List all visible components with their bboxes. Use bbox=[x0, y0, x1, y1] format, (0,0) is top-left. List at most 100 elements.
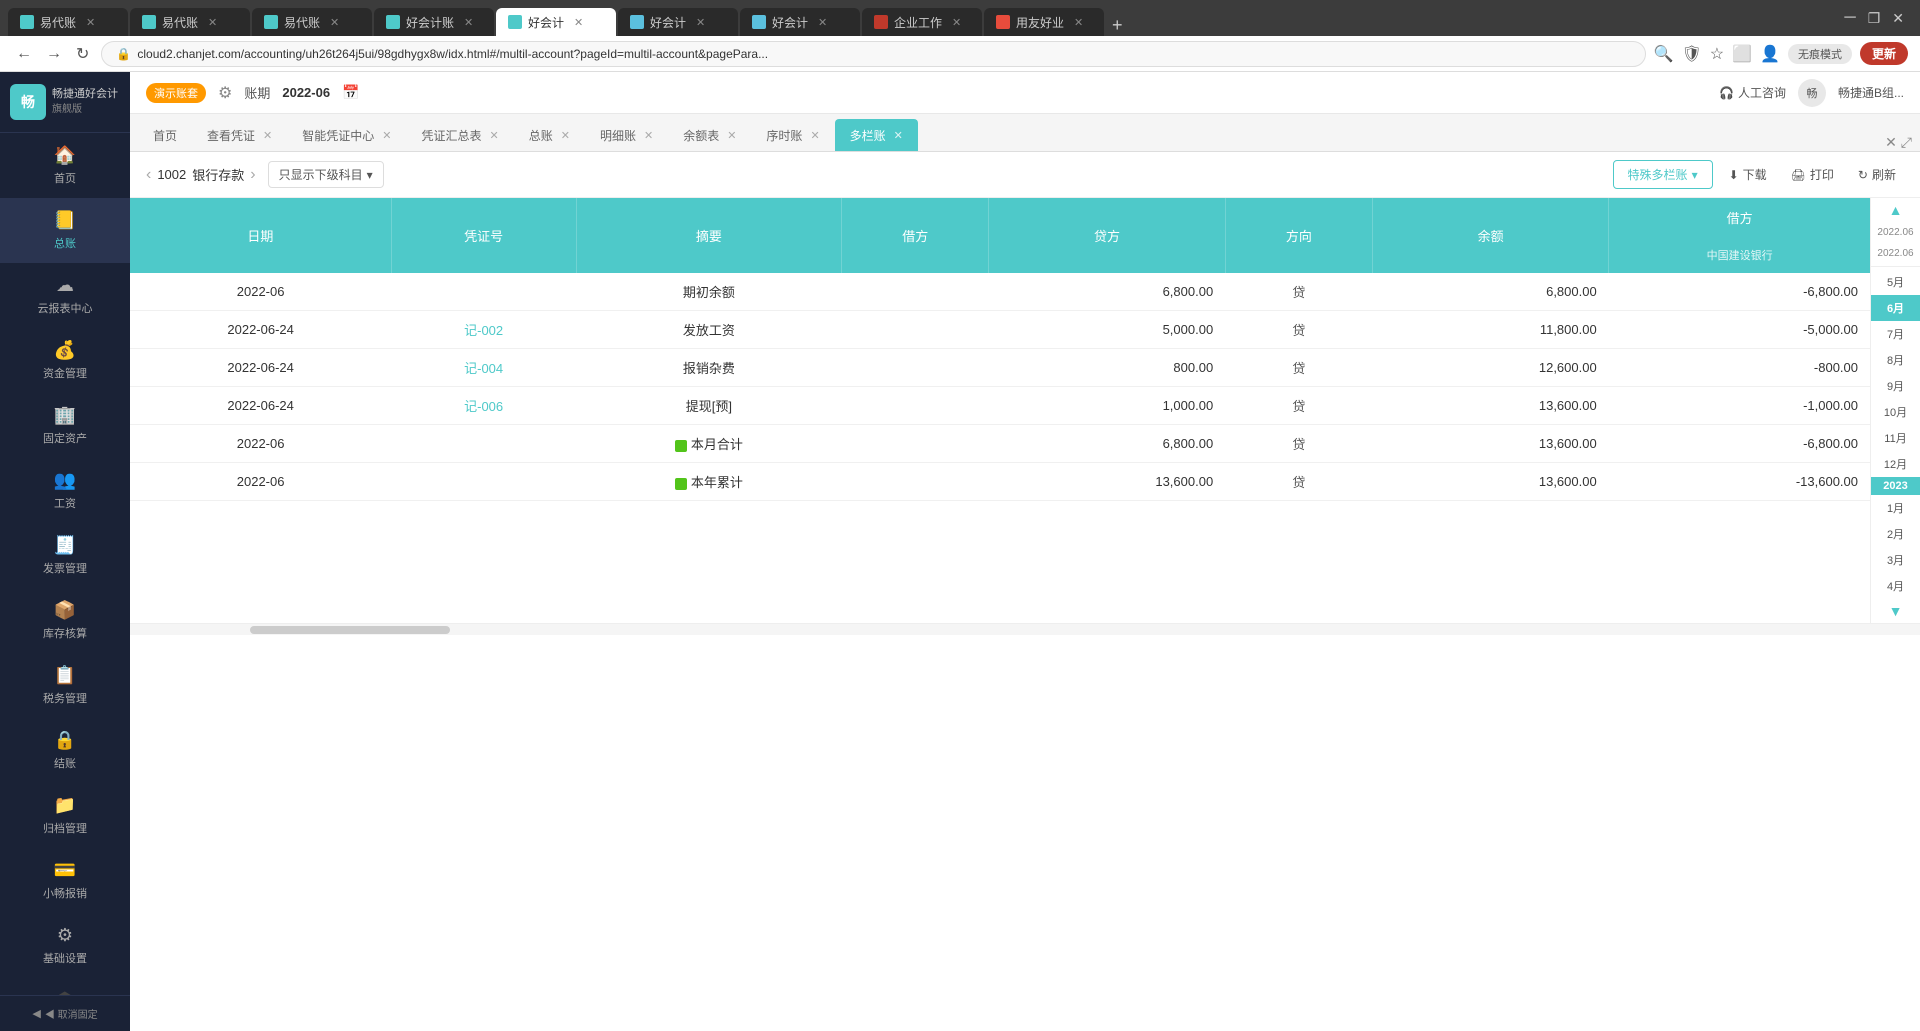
browser-tab-7[interactable]: 好会计 ✕ bbox=[740, 8, 860, 36]
extensions-icon[interactable]: ⬜ bbox=[1732, 44, 1752, 64]
profile-icon[interactable]: 👤 bbox=[1760, 44, 1780, 64]
sidebar-item-payroll[interactable]: 👥 工资 bbox=[0, 458, 130, 523]
search-icon[interactable]: 🔍 bbox=[1654, 44, 1674, 64]
sidebar-item-archive[interactable]: 📁 归档管理 bbox=[0, 783, 130, 848]
refresh-button-toolbar[interactable]: ↻ 刷新 bbox=[1850, 161, 1904, 188]
minimize-button[interactable]: ─ bbox=[1844, 9, 1855, 27]
next-account-button[interactable]: › bbox=[250, 166, 255, 184]
sidebar-item-fixed-assets[interactable]: 🏢 固定资产 bbox=[0, 393, 130, 458]
prev-account-button[interactable]: ‹ bbox=[146, 166, 151, 184]
star-icon[interactable]: ☆ bbox=[1710, 44, 1724, 64]
cell-voucher-link[interactable]: 记-002 bbox=[391, 311, 576, 349]
date-item-feb[interactable]: 2月 bbox=[1871, 521, 1920, 547]
date-item-aug[interactable]: 8月 bbox=[1871, 347, 1920, 373]
date-item-nov[interactable]: 11月 bbox=[1871, 425, 1920, 451]
sidebar-item-tax[interactable]: 📋 税务管理 bbox=[0, 653, 130, 718]
browser-tab-5[interactable]: 好会计 ✕ bbox=[496, 8, 616, 36]
scroll-thumb[interactable] bbox=[250, 626, 450, 634]
cell-voucher-link[interactable]: 记-006 bbox=[391, 387, 576, 425]
forward-button[interactable]: → bbox=[42, 43, 66, 65]
filter-dropdown[interactable]: 只显示下级科目 ▾ bbox=[268, 161, 384, 188]
tab-close-2[interactable]: ✕ bbox=[208, 16, 217, 29]
special-multi-column-button[interactable]: 特殊多栏账 ▾ bbox=[1613, 160, 1713, 189]
sidebar-item-home[interactable]: 🏠 首页 bbox=[0, 133, 130, 198]
browser-tab-6[interactable]: 好会计 ✕ bbox=[618, 8, 738, 36]
browser-chrome: 易代账 ✕ 易代账 ✕ 易代账 ✕ 好会计账 ✕ 好会计 ✕ 好会计 ✕ bbox=[0, 0, 1920, 36]
sidebar-item-invoice[interactable]: 🧾 发票管理 bbox=[0, 523, 130, 588]
date-scroll-down-button[interactable]: ▼ bbox=[1885, 599, 1907, 623]
close-button[interactable]: ✕ bbox=[1892, 10, 1904, 27]
shield-icon[interactable]: 🛡 bbox=[1681, 44, 1701, 64]
tab-home[interactable]: 首页 bbox=[138, 119, 192, 151]
date-item-jan[interactable]: 1月 bbox=[1871, 495, 1920, 521]
back-button[interactable]: ← bbox=[12, 43, 36, 65]
tab-close-1[interactable]: ✕ bbox=[86, 16, 95, 29]
date-panel: ▲ 2022.06 2022.06 5月 6月 7月 8月 9月 10月 11月… bbox=[1870, 198, 1920, 623]
date-item-mar[interactable]: 3月 bbox=[1871, 547, 1920, 573]
tab-close-voucher[interactable]: ✕ bbox=[263, 129, 272, 142]
print-button[interactable]: 🖨 打印 bbox=[1783, 161, 1842, 188]
tab-detail-ledger[interactable]: 明细账 ✕ bbox=[585, 119, 668, 151]
browser-tab-9[interactable]: 用友好业 ✕ bbox=[984, 8, 1104, 36]
date-scroll-up-button[interactable]: ▲ bbox=[1885, 198, 1907, 222]
sidebar-item-close[interactable]: 🔒 结账 bbox=[0, 718, 130, 783]
browser-tab-2[interactable]: 易代账 ✕ bbox=[130, 8, 250, 36]
browser-tab-4[interactable]: 好会计账 ✕ bbox=[374, 8, 494, 36]
consult-button[interactable]: 🎧 人工咨询 bbox=[1719, 84, 1786, 101]
new-tab-button[interactable]: + bbox=[1106, 15, 1129, 36]
date-item-sep[interactable]: 9月 bbox=[1871, 373, 1920, 399]
date-item-apr[interactable]: 4月 bbox=[1871, 573, 1920, 599]
ledger-table: 日期 凭证号 摘要 借方 贷方 方向 余额 借方 bbox=[130, 198, 1870, 501]
date-item-july[interactable]: 7月 bbox=[1871, 321, 1920, 347]
collapse-tabs-icon[interactable]: ✕ bbox=[1885, 134, 1897, 151]
tab-close-8[interactable]: ✕ bbox=[952, 16, 961, 29]
tab-close-general[interactable]: ✕ bbox=[561, 129, 570, 142]
tab-close-smart[interactable]: ✕ bbox=[382, 129, 391, 142]
tab-smart-voucher[interactable]: 智能凭证中心 ✕ bbox=[287, 119, 406, 151]
tab-close-multi[interactable]: ✕ bbox=[894, 129, 903, 142]
expand-tabs-icon[interactable]: ⤢ bbox=[1901, 134, 1912, 151]
calendar-icon[interactable]: 📅 bbox=[342, 84, 359, 101]
date-item-dec[interactable]: 12月 bbox=[1871, 451, 1920, 477]
tab-close-6[interactable]: ✕ bbox=[696, 16, 705, 29]
browser-tab-1[interactable]: 易代账 ✕ bbox=[8, 8, 128, 36]
sidebar-item-cloud-report[interactable]: ☁ 云报表中心 bbox=[0, 263, 130, 328]
main-content: 演示账套 ⚙ 账期 2022-06 📅 🎧 人工咨询 畅 畅捷通B组... 首页… bbox=[130, 72, 1920, 1031]
tab-close-3[interactable]: ✕ bbox=[330, 16, 339, 29]
tab-close-balance[interactable]: ✕ bbox=[727, 129, 736, 142]
sidebar-item-ledger[interactable]: 📒 总账 bbox=[0, 198, 130, 263]
date-item-oct[interactable]: 10月 bbox=[1871, 399, 1920, 425]
tab-multi-column[interactable]: 多栏账 ✕ bbox=[835, 119, 918, 151]
sidebar-item-settings[interactable]: ⚙ 基础设置 bbox=[0, 913, 130, 978]
tab-close-9[interactable]: ✕ bbox=[1074, 16, 1083, 29]
tab-general-ledger[interactable]: 总账 ✕ bbox=[514, 119, 585, 151]
tab-close-detail[interactable]: ✕ bbox=[644, 129, 653, 142]
download-button[interactable]: ⬇ 下载 bbox=[1721, 161, 1775, 188]
horizontal-scrollbar[interactable] bbox=[130, 623, 1920, 635]
sidebar-item-inventory[interactable]: 📦 库存核算 bbox=[0, 588, 130, 653]
url-bar[interactable]: 🔒 cloud2.chanjet.com/accounting/uh26t264… bbox=[101, 41, 1645, 67]
sidebar-item-funds[interactable]: 💰 资金管理 bbox=[0, 328, 130, 393]
browser-tab-3[interactable]: 易代账 ✕ bbox=[252, 8, 372, 36]
tab-balance[interactable]: 余额表 ✕ bbox=[668, 119, 751, 151]
date-item-may[interactable]: 5月 bbox=[1871, 269, 1920, 295]
browser-tab-8[interactable]: 企业工作 ✕ bbox=[862, 8, 982, 36]
update-button[interactable]: 更新 bbox=[1860, 42, 1908, 65]
tab-journal[interactable]: 序时账 ✕ bbox=[751, 119, 834, 151]
notrack-button[interactable]: 无痕模式 bbox=[1788, 44, 1852, 64]
tab-close-journal[interactable]: ✕ bbox=[810, 129, 819, 142]
maximize-button[interactable]: ❐ bbox=[1868, 10, 1881, 27]
tab-close-4[interactable]: ✕ bbox=[464, 16, 473, 29]
cell-voucher-link[interactable]: 记-004 bbox=[391, 349, 576, 387]
unpin-button[interactable]: ◀ ◀ 取消固定 bbox=[10, 1006, 120, 1021]
tab-voucher-view[interactable]: 查看凭证 ✕ bbox=[192, 119, 287, 151]
tab-close-7[interactable]: ✕ bbox=[818, 16, 827, 29]
date-item-june[interactable]: 6月 bbox=[1871, 295, 1920, 321]
tab-close-summary[interactable]: ✕ bbox=[490, 129, 499, 142]
tab-close-5[interactable]: ✕ bbox=[574, 16, 583, 29]
refresh-button[interactable]: ↻ bbox=[72, 42, 93, 66]
settings-icon[interactable]: ⚙ bbox=[218, 83, 232, 103]
sidebar-item-expense[interactable]: 💳 小畅报销 bbox=[0, 848, 130, 913]
tab-voucher-summary[interactable]: 凭证汇总表 ✕ bbox=[406, 119, 513, 151]
sidebar-item-guide[interactable]: 🎓 新手引导 bbox=[0, 978, 130, 995]
